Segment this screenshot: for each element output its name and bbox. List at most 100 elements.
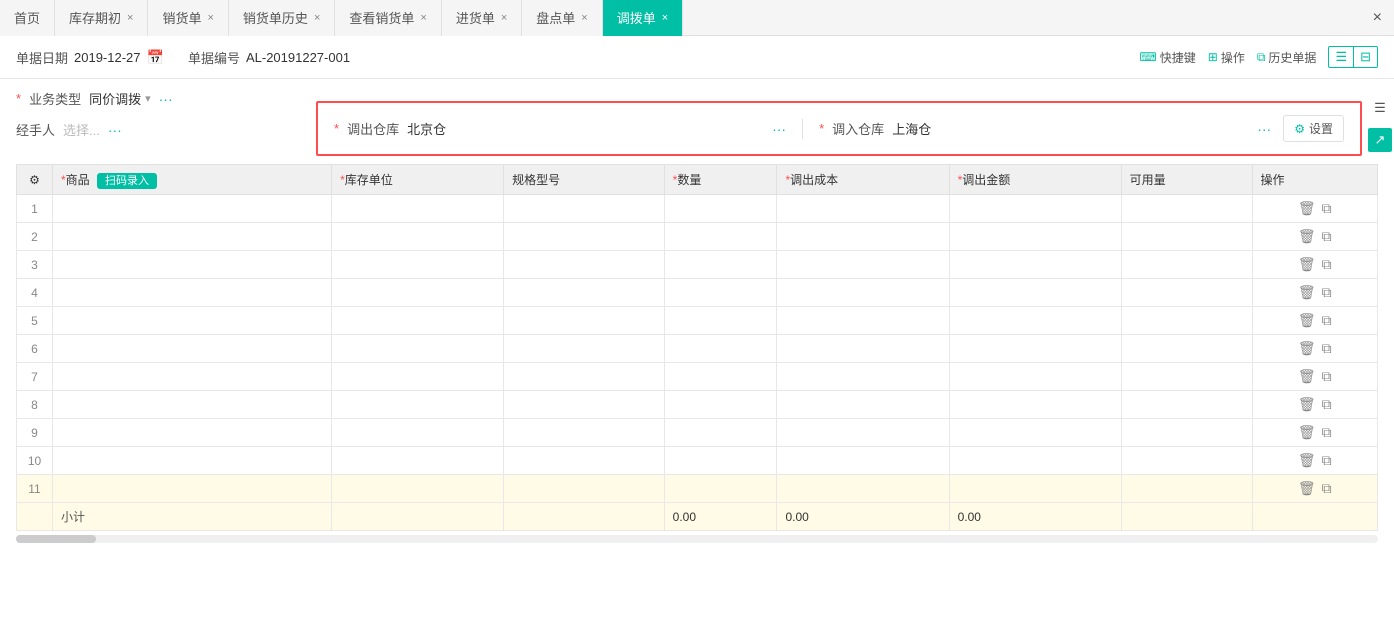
spec-cell[interactable] xyxy=(504,419,665,447)
close-transfer[interactable]: × xyxy=(662,12,668,24)
cost-cell[interactable] xyxy=(777,335,949,363)
scan-button[interactable]: 扫码录入 xyxy=(97,173,157,189)
cost-cell[interactable] xyxy=(777,419,949,447)
qty-cell[interactable] xyxy=(664,447,777,475)
copy-icon[interactable]: ⧉ xyxy=(1322,284,1332,301)
qty-cell[interactable] xyxy=(664,223,777,251)
sidebar-export-button[interactable]: ↗ xyxy=(1368,128,1392,152)
list-view-button[interactable]: ☰ xyxy=(1329,47,1354,67)
cost-cell[interactable] xyxy=(777,391,949,419)
delete-icon[interactable]: 🗑 xyxy=(1298,424,1316,441)
tab-inventory-init[interactable]: 库存期初 × xyxy=(55,0,148,36)
copy-icon[interactable]: ⧉ xyxy=(1322,452,1332,469)
copy-icon[interactable]: ⧉ xyxy=(1322,424,1332,441)
product-cell[interactable] xyxy=(53,223,332,251)
amount-cell[interactable] xyxy=(949,391,1121,419)
tab-transfer[interactable]: 调拨单 × xyxy=(603,0,683,36)
amount-cell[interactable] xyxy=(949,363,1121,391)
amount-cell[interactable] xyxy=(949,475,1121,503)
product-cell[interactable] xyxy=(53,391,332,419)
spec-cell[interactable] xyxy=(504,307,665,335)
operations-button[interactable]: ⊞ 操作 xyxy=(1208,49,1245,66)
delete-icon[interactable]: 🗑 xyxy=(1298,312,1316,329)
qty-cell[interactable] xyxy=(664,307,777,335)
cost-cell[interactable] xyxy=(777,307,949,335)
spec-cell[interactable] xyxy=(504,195,665,223)
handler-more[interactable]: ··· xyxy=(108,122,122,138)
spec-cell[interactable] xyxy=(504,279,665,307)
delete-icon[interactable]: 🗑 xyxy=(1298,340,1316,357)
tab-purchase[interactable]: 进货单 × xyxy=(442,0,522,36)
amount-cell[interactable] xyxy=(949,251,1121,279)
product-cell[interactable] xyxy=(53,363,332,391)
spec-cell[interactable] xyxy=(504,335,665,363)
product-cell[interactable] xyxy=(53,335,332,363)
copy-icon[interactable]: ⧉ xyxy=(1322,228,1332,245)
th-gear[interactable]: ⚙ xyxy=(17,165,53,195)
amount-cell[interactable] xyxy=(949,335,1121,363)
spec-cell[interactable] xyxy=(504,363,665,391)
product-cell[interactable] xyxy=(53,475,332,503)
copy-icon[interactable]: ⧉ xyxy=(1322,396,1332,413)
business-type-more[interactable]: ··· xyxy=(159,91,173,107)
amount-cell[interactable] xyxy=(949,447,1121,475)
close-purchase[interactable]: × xyxy=(501,12,507,24)
business-type-select[interactable]: 同价调拨 ▾ xyxy=(89,89,151,108)
close-inventory-init[interactable]: × xyxy=(127,12,133,24)
in-warehouse-more[interactable]: ··· xyxy=(1257,121,1271,137)
handler-select[interactable]: 选择... xyxy=(63,120,100,139)
close-view-sales[interactable]: × xyxy=(420,12,426,24)
unit-cell[interactable] xyxy=(332,279,504,307)
cost-cell[interactable] xyxy=(777,195,949,223)
unit-cell[interactable] xyxy=(332,251,504,279)
product-cell[interactable] xyxy=(53,195,332,223)
calendar-icon[interactable]: 📅 xyxy=(147,49,164,66)
tab-inventory-check[interactable]: 盘点单 × xyxy=(522,0,602,36)
delete-icon[interactable]: 🗑 xyxy=(1298,284,1316,301)
product-cell[interactable] xyxy=(53,419,332,447)
delete-icon[interactable]: 🗑 xyxy=(1298,452,1316,469)
spec-cell[interactable] xyxy=(504,447,665,475)
close-window-button[interactable]: × xyxy=(1361,9,1394,27)
sidebar-list-button[interactable]: ☰ xyxy=(1368,96,1392,120)
amount-cell[interactable] xyxy=(949,419,1121,447)
qty-cell[interactable] xyxy=(664,195,777,223)
unit-cell[interactable] xyxy=(332,447,504,475)
unit-cell[interactable] xyxy=(332,195,504,223)
unit-cell[interactable] xyxy=(332,391,504,419)
amount-cell[interactable] xyxy=(949,307,1121,335)
tab-home[interactable]: 首页 xyxy=(0,0,55,36)
unit-cell[interactable] xyxy=(332,419,504,447)
qty-cell[interactable] xyxy=(664,475,777,503)
close-sales-history[interactable]: × xyxy=(314,12,320,24)
cost-cell[interactable] xyxy=(777,223,949,251)
cost-cell[interactable] xyxy=(777,447,949,475)
delete-icon[interactable]: 🗑 xyxy=(1298,228,1316,245)
delete-icon[interactable]: 🗑 xyxy=(1298,256,1316,273)
tab-view-sales[interactable]: 查看销货单 × xyxy=(335,0,441,36)
product-cell[interactable] xyxy=(53,447,332,475)
cost-cell[interactable] xyxy=(777,279,949,307)
spec-cell[interactable] xyxy=(504,223,665,251)
qty-cell[interactable] xyxy=(664,251,777,279)
horizontal-scrollbar[interactable] xyxy=(16,535,1378,543)
cost-cell[interactable] xyxy=(777,475,949,503)
amount-cell[interactable] xyxy=(949,279,1121,307)
table-scroll[interactable]: ⚙ *商品 扫码录入 *库存单位 规格型号 *数量 *调出成本 *调出金额 可用… xyxy=(16,164,1378,531)
out-warehouse-more[interactable]: ··· xyxy=(772,121,786,137)
qty-cell[interactable] xyxy=(664,391,777,419)
tab-sales-order[interactable]: 销货单 × xyxy=(148,0,228,36)
qty-cell[interactable] xyxy=(664,363,777,391)
history-button[interactable]: ⧉ 历史单据 xyxy=(1257,49,1317,66)
close-sales-order[interactable]: × xyxy=(207,12,213,24)
copy-icon[interactable]: ⧉ xyxy=(1322,368,1332,385)
unit-cell[interactable] xyxy=(332,223,504,251)
product-cell[interactable] xyxy=(53,251,332,279)
cost-cell[interactable] xyxy=(777,251,949,279)
unit-cell[interactable] xyxy=(332,335,504,363)
tab-sales-history[interactable]: 销货单历史 × xyxy=(229,0,335,36)
amount-cell[interactable] xyxy=(949,195,1121,223)
copy-icon[interactable]: ⧉ xyxy=(1322,256,1332,273)
qty-cell[interactable] xyxy=(664,419,777,447)
copy-icon[interactable]: ⧉ xyxy=(1322,340,1332,357)
